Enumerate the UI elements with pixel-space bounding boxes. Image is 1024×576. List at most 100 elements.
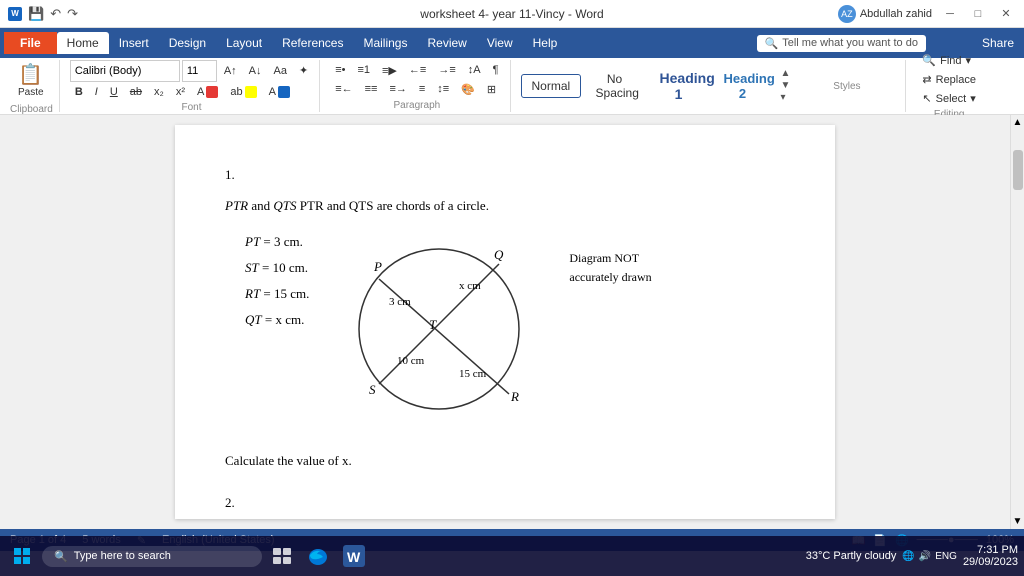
word-app-icon: W (343, 545, 365, 567)
tab-view[interactable]: View (477, 32, 523, 54)
quick-access-save[interactable]: 💾 (28, 6, 44, 22)
styles-scroll[interactable]: ▲ ▼ ▾ (781, 68, 791, 104)
weather-info: 33°C Partly cloudy (806, 550, 897, 562)
diagram-not-label: Diagram NOT (569, 249, 651, 268)
clipboard-label: Clipboard (10, 104, 53, 115)
grow-font-button[interactable]: A↑ (219, 63, 242, 79)
select-label: Select (936, 93, 967, 105)
underline-button[interactable]: U (105, 84, 123, 100)
edge-icon[interactable] (302, 540, 334, 572)
text-color-button[interactable]: A (264, 84, 295, 100)
st-eq: ST = 10 cm. (245, 255, 309, 281)
question1-number: 1. (225, 165, 785, 186)
tab-help[interactable]: Help (523, 32, 568, 54)
bold-button[interactable]: B (70, 84, 88, 100)
language-icon: ENG (935, 551, 957, 562)
scroll-thumb[interactable] (1013, 150, 1023, 190)
start-button[interactable] (6, 540, 38, 572)
user-area: AZ Abdullah zahid (838, 5, 932, 23)
align-center-button[interactable]: ≡≡ (360, 81, 383, 97)
tab-review[interactable]: Review (417, 32, 476, 54)
find-button[interactable]: 🔍 Find ▾ (916, 52, 982, 69)
vertical-scrollbar[interactable]: ▲ ▼ (1010, 115, 1024, 529)
tab-design[interactable]: Design (159, 32, 216, 54)
svg-text:3 cm: 3 cm (389, 296, 411, 308)
find-label: Find (940, 55, 961, 67)
clipboard-section: 📋 Paste Clipboard (4, 60, 60, 112)
taskbar-search-icon: 🔍 (54, 550, 68, 563)
style-heading1-button[interactable]: Heading 1 (649, 65, 709, 107)
find-dropdown-icon: ▾ (966, 54, 972, 67)
taskbar-search-box[interactable]: 🔍 Type here to search (42, 546, 262, 567)
svg-text:Q: Q (494, 247, 504, 262)
decrease-indent-button[interactable]: ←≡ (404, 62, 431, 78)
qts-text: QTS (273, 198, 296, 213)
justify-button[interactable]: ≡ (414, 81, 430, 97)
font-name-input[interactable] (70, 60, 180, 82)
scroll-down-icon[interactable]: ▼ (781, 80, 791, 92)
italic-button[interactable]: I (90, 84, 103, 100)
replace-label: Replace (936, 74, 976, 86)
multilevel-button[interactable]: ≡▶ (377, 62, 402, 79)
maximize-button[interactable]: □ (968, 7, 988, 21)
close-button[interactable]: ✕ (996, 7, 1016, 21)
numbering-button[interactable]: ≡1 (352, 62, 375, 78)
qt-eq: QT = x cm. (245, 307, 309, 333)
tab-file[interactable]: File (4, 32, 57, 54)
scroll-up-icon[interactable]: ▲ (781, 68, 791, 80)
tab-references[interactable]: References (272, 32, 353, 54)
ribbon-search-box[interactable]: 🔍 Tell me what you want to do (757, 35, 926, 52)
style-heading2-button[interactable]: Heading 2 (713, 66, 773, 106)
circle-diagram-svg: P Q R S T 3 cm x cm 10 cm 15 cm (339, 229, 539, 429)
shrink-font-button[interactable]: A↓ (244, 63, 267, 79)
highlight-button[interactable]: ab (225, 84, 261, 100)
quick-access-redo[interactable]: ↷ (67, 6, 78, 22)
borders-button[interactable]: ⊞ (482, 81, 501, 98)
show-marks-button[interactable]: ¶ (488, 62, 504, 78)
style-no-spacing-button[interactable]: No Spacing (585, 67, 645, 105)
superscript-button[interactable]: x² (171, 84, 190, 100)
tab-mailings[interactable]: Mailings (353, 32, 417, 54)
strikethrough-button[interactable]: ab (125, 84, 147, 100)
task-view-button[interactable] (266, 540, 298, 572)
font-color-button[interactable]: A (192, 84, 223, 100)
tab-layout[interactable]: Layout (216, 32, 272, 54)
paste-button[interactable]: 📋 Paste (10, 58, 52, 102)
ptr-text: PTR (225, 198, 248, 213)
align-left-button[interactable]: ≡← (330, 81, 357, 97)
and-text: and (251, 198, 273, 213)
measurements: PT = 3 cm. ST = 10 cm. RT = 15 cm. QT = … (245, 229, 309, 333)
sort-button[interactable]: ↕A (463, 62, 486, 78)
font-size-input[interactable] (182, 60, 217, 82)
change-case-button[interactable]: Aa (269, 63, 292, 79)
share-button[interactable]: Share (976, 36, 1020, 50)
quick-access-undo[interactable]: ↶ (50, 6, 61, 22)
calculate-text: Calculate the value of x. (225, 451, 785, 472)
clock[interactable]: 7:31 PM 29/09/2023 (963, 544, 1018, 568)
word-taskbar-icon[interactable]: W (338, 540, 370, 572)
scroll-up-arrow[interactable]: ▲ (1011, 115, 1024, 130)
increase-indent-button[interactable]: →≡ (433, 62, 460, 78)
clear-format-button[interactable]: ✦ (294, 62, 313, 79)
svg-text:10 cm: 10 cm (397, 355, 425, 367)
select-button[interactable]: ↖ Select ▾ (916, 90, 982, 107)
minimize-button[interactable]: ─ (940, 7, 960, 21)
tab-home[interactable]: Home (57, 32, 109, 54)
scroll-expand-icon[interactable]: ▾ (781, 92, 791, 104)
replace-button[interactable]: ⇄ Replace (916, 71, 982, 88)
taskbar-search-text: Type here to search (74, 550, 171, 562)
subscript-button[interactable]: x₂ (149, 84, 169, 100)
tab-insert[interactable]: Insert (109, 32, 159, 54)
taskbar-right: 33°C Partly cloudy 🌐 🔊 ENG 7:31 PM 29/09… (806, 544, 1018, 568)
system-tray: 🌐 🔊 ENG (902, 551, 957, 562)
line-spacing-button[interactable]: ↕≡ (432, 81, 454, 97)
accurately-drawn-label: accurately drawn (569, 268, 651, 287)
style-normal-button[interactable]: Normal (521, 74, 581, 98)
align-right-button[interactable]: ≡→ (384, 81, 411, 97)
document-page[interactable]: 1. PTR and QTS PTR and QTS are chords of… (175, 125, 835, 519)
scroll-down-arrow[interactable]: ▼ (1011, 514, 1024, 529)
bullets-button[interactable]: ≡• (330, 62, 350, 78)
svg-text:x cm: x cm (459, 280, 481, 292)
shading-button[interactable]: 🎨 (456, 81, 480, 98)
measurements-and-diagram: PT = 3 cm. ST = 10 cm. RT = 15 cm. QT = … (225, 229, 652, 436)
